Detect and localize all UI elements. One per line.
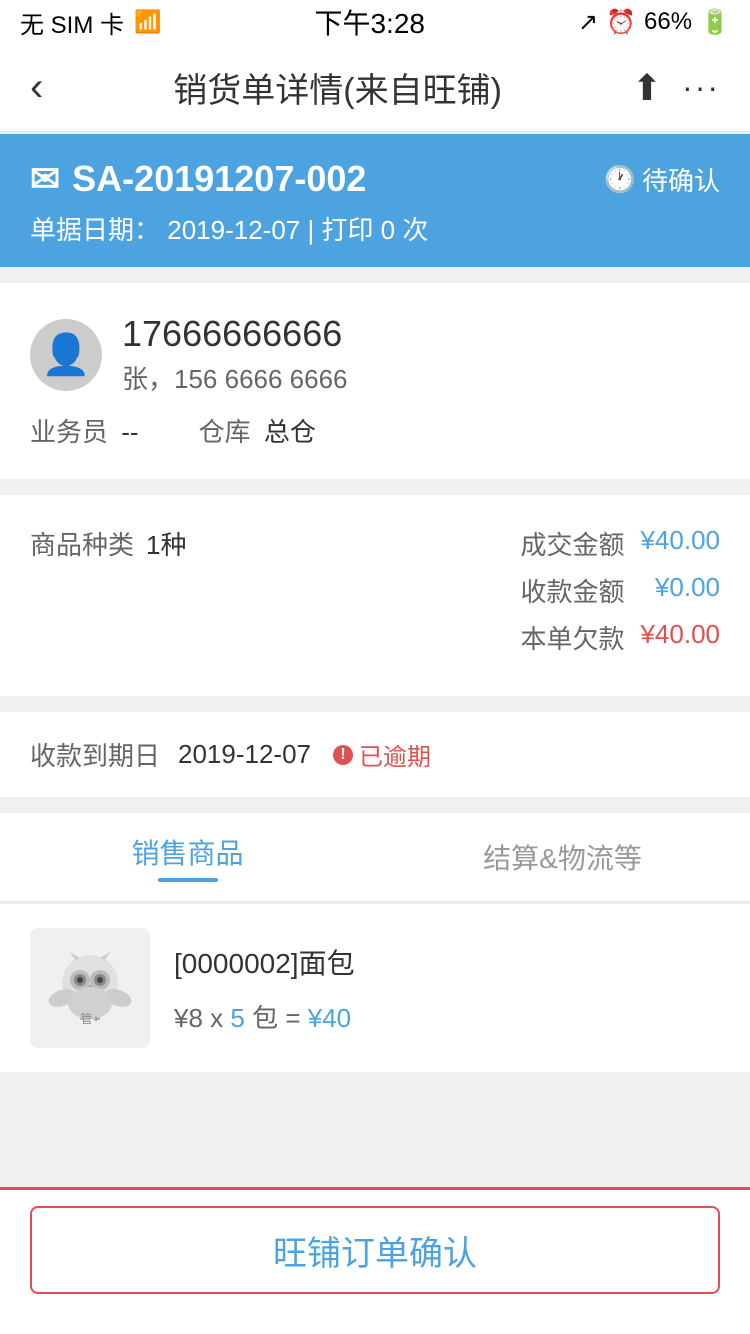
bottom-bar: 旺铺订单确认	[0, 1187, 750, 1334]
confirm-button-label: 旺铺订单确认	[273, 1226, 477, 1275]
product-quantity: 5	[230, 1003, 244, 1033]
summary-right: 成交金额 ¥40.00 收款金额 ¥0.00 本单欠款 ¥40.00	[520, 525, 720, 666]
customer-meta: 业务员 -- 仓库 总仓	[30, 412, 720, 449]
tabs-bar: 销售商品 结算&物流等	[0, 813, 750, 902]
order-status-label: 待确认	[642, 161, 720, 198]
status-right: ↗ ⏰ 66% 🔋	[578, 8, 730, 37]
order-date-row: 单据日期： 2019-12-07 | 打印 0 次	[30, 210, 720, 247]
owing-value: ¥40.00	[640, 619, 720, 656]
due-date-label: 收款到期日	[30, 736, 160, 773]
salesperson-row: 业务员 --	[30, 412, 139, 449]
nav-actions: ⬆ ···	[632, 67, 720, 109]
overdue-icon: !	[333, 745, 353, 765]
order-id-icon: ✉	[30, 158, 60, 200]
tab-underline	[158, 878, 218, 882]
nav-bar: ‹ 销货单详情(来自旺铺) ⬆ ···	[0, 44, 750, 132]
due-date-section: 收款到期日 2019-12-07 ! 已逾期	[0, 712, 750, 797]
order-header: ✉ SA-20191207-002 🕐 待确认 单据日期： 2019-12-07…	[0, 134, 750, 267]
avatar-icon: 👤	[41, 331, 91, 378]
status-time: 下午3:28	[314, 2, 425, 42]
warehouse-row: 仓库 总仓	[199, 412, 316, 449]
owing-label: 本单欠款	[520, 619, 624, 656]
product-image: 管+	[40, 948, 140, 1028]
warehouse-value: 总仓	[264, 417, 316, 447]
customer-phone: 17666666666	[122, 313, 348, 355]
overdue-badge: ! 已逾期	[333, 737, 431, 772]
product-multiply: x	[210, 1003, 230, 1033]
print-info: | 打印 0 次	[307, 215, 428, 245]
due-date-value: 2019-12-07	[178, 739, 311, 770]
amount-value: ¥40.00	[640, 525, 720, 562]
overdue-label: 已逾期	[359, 737, 431, 772]
tab-sales-label: 销售商品	[131, 832, 243, 872]
tab-settlement[interactable]: 结算&物流等	[375, 813, 750, 901]
battery-label: 66%	[644, 8, 692, 36]
summary-section: 商品种类 1种 成交金额 ¥40.00 收款金额 ¥0.00 本单欠款 ¥40.…	[0, 495, 750, 696]
alarm-icon: ⏰	[606, 8, 636, 37]
battery-icon: 🔋	[700, 8, 730, 37]
back-button[interactable]: ‹	[30, 65, 43, 110]
product-price: ¥8	[174, 1003, 203, 1033]
product-details: [0000002]面包 ¥8 x 5 包 = ¥40	[174, 942, 720, 1035]
received-label: 收款金额	[520, 572, 624, 609]
product-type-label: 商品种类	[30, 525, 134, 562]
product-thumbnail: 管+	[30, 928, 150, 1048]
tab-sales-products[interactable]: 销售商品	[0, 813, 375, 901]
customer-name: 张，156 6666 6666	[122, 359, 348, 396]
warehouse-label: 仓库	[199, 417, 251, 447]
share-button[interactable]: ⬆	[632, 67, 662, 109]
product-unit: 包	[252, 1003, 278, 1033]
status-bar: 无 SIM 卡 📶 下午3:28 ↗ ⏰ 66% 🔋	[0, 0, 750, 44]
tab-settlement-label: 结算&物流等	[483, 837, 642, 877]
summary-left: 商品种类 1种	[30, 525, 186, 568]
svg-text:管+: 管+	[80, 1011, 99, 1026]
date-label: 单据日期：	[30, 215, 160, 245]
amount-label: 成交金额	[520, 525, 624, 562]
salesperson-label: 业务员	[30, 417, 108, 447]
order-id-label: SA-20191207-002	[72, 158, 366, 200]
product-type-value: 1种	[146, 525, 186, 562]
customer-section: 👤 17666666666 张，156 6666 6666 业务员 -- 仓库 …	[0, 283, 750, 479]
product-equals: =	[285, 1003, 307, 1033]
product-price-row: ¥8 x 5 包 = ¥40	[174, 998, 720, 1035]
more-button[interactable]: ···	[682, 69, 720, 106]
product-list: 管+ [0000002]面包 ¥8 x 5 包 = ¥40	[0, 904, 750, 1073]
table-row: 管+ [0000002]面包 ¥8 x 5 包 = ¥40	[0, 904, 750, 1073]
wifi-icon: 📶	[134, 9, 161, 35]
product-total: ¥40	[308, 1003, 351, 1033]
salesperson-value: --	[121, 417, 138, 447]
page-title: 销货单详情(来自旺铺)	[173, 63, 502, 112]
product-name: [0000002]面包	[174, 942, 720, 982]
customer-info: 17666666666 张，156 6666 6666	[122, 313, 348, 396]
customer-avatar: 👤	[30, 319, 102, 391]
status-clock-icon: 🕐	[604, 164, 636, 195]
received-value: ¥0.00	[655, 572, 720, 609]
status-left: 无 SIM 卡 📶	[20, 5, 161, 40]
location-icon: ↗	[578, 8, 598, 37]
order-date-value: 2019-12-07	[167, 215, 300, 245]
carrier-label: 无 SIM 卡	[20, 5, 124, 40]
confirm-order-button[interactable]: 旺铺订单确认	[30, 1206, 720, 1294]
